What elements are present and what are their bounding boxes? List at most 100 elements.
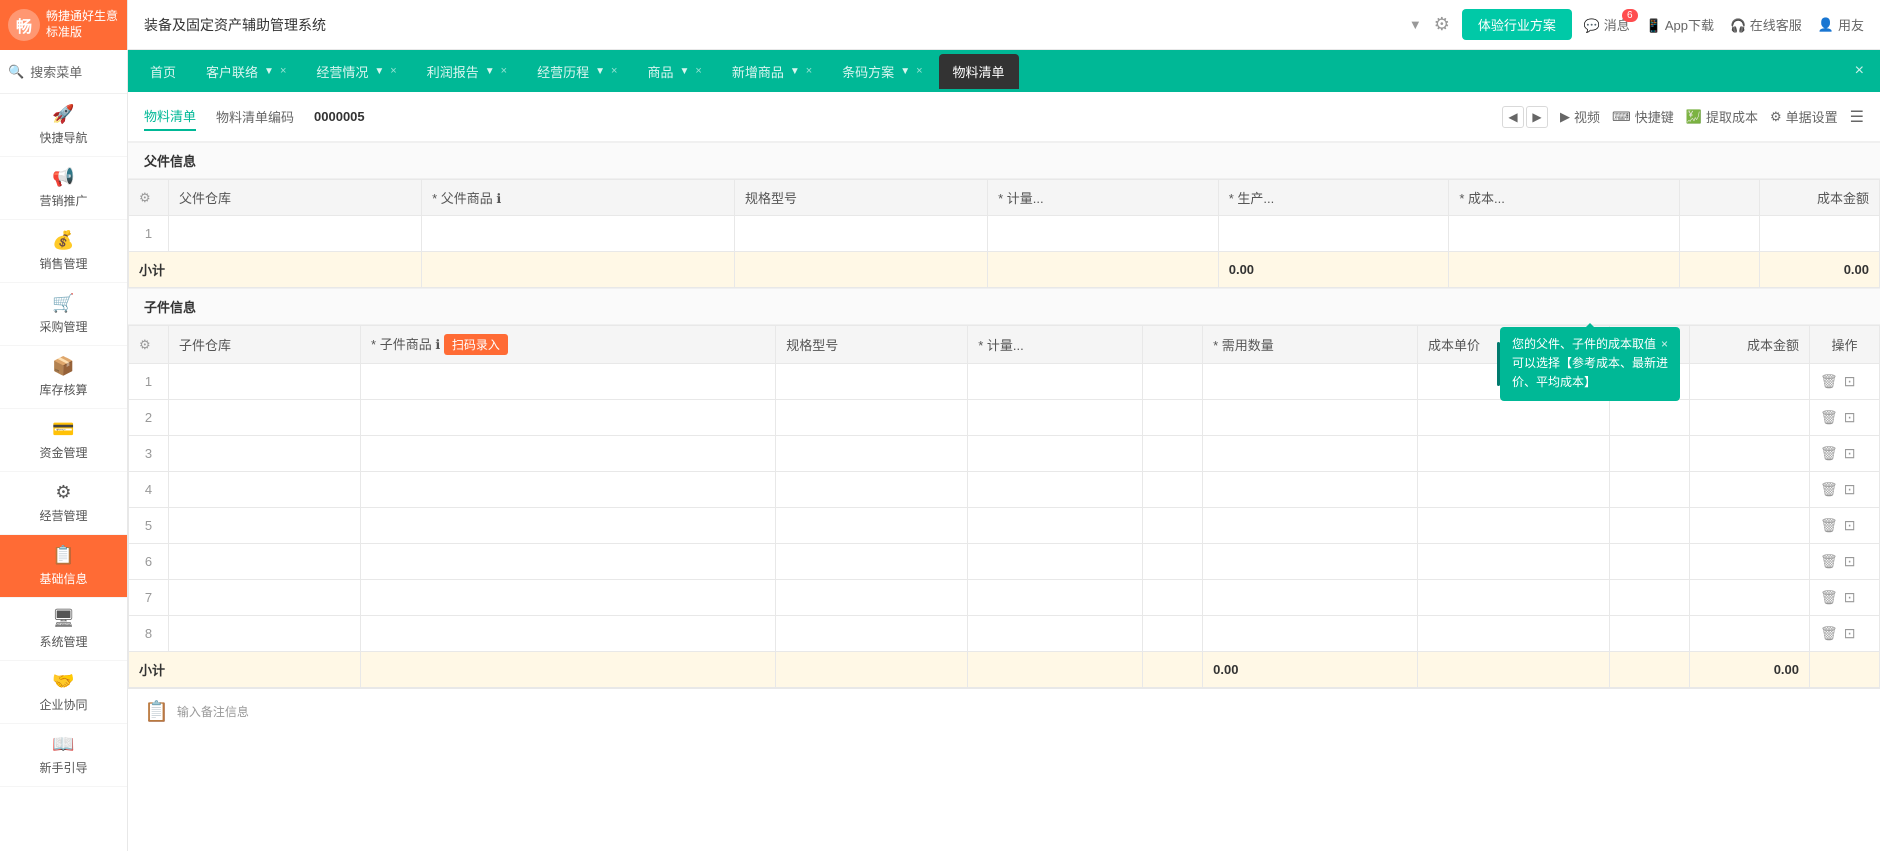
child-warehouse-2[interactable] xyxy=(169,400,361,436)
child-quantity-3[interactable] xyxy=(1203,436,1418,472)
child-warehouse-6[interactable] xyxy=(169,544,361,580)
child-goods-1[interactable] xyxy=(361,364,776,400)
child-unit-2[interactable] xyxy=(968,400,1143,436)
scan-input-button[interactable]: 扫码录入 xyxy=(444,334,508,355)
delete-icon-2[interactable]: 🗑 xyxy=(1820,409,1838,426)
child-spec-8[interactable] xyxy=(776,616,968,652)
child-spec-2[interactable] xyxy=(776,400,968,436)
child-warehouse-8[interactable] xyxy=(169,616,361,652)
online-service[interactable]: 🎧 在线客服 xyxy=(1730,15,1802,34)
child-goods-3[interactable] xyxy=(361,436,776,472)
sidebar-item-sales[interactable]: 💰 销售管理 xyxy=(0,220,127,283)
parent-goods-1[interactable] xyxy=(422,216,735,252)
tab-goods[interactable]: 商品 ▼ × xyxy=(633,54,715,89)
child-goods-8[interactable] xyxy=(361,616,776,652)
sidebar-item-enterprise[interactable]: 🤝 企业协同 xyxy=(0,661,127,724)
tab-ops-close[interactable]: × xyxy=(390,65,396,77)
delete-icon-5[interactable]: 🗑 xyxy=(1820,517,1838,534)
tab-customer[interactable]: 客户联络 ▼ × xyxy=(192,54,300,89)
child-goods-5[interactable] xyxy=(361,508,776,544)
child-unit-cost-7[interactable] xyxy=(1417,580,1609,616)
child-warehouse-7[interactable] xyxy=(169,580,361,616)
child-warehouse-4[interactable] xyxy=(169,472,361,508)
child-unit-cost-4[interactable] xyxy=(1417,472,1609,508)
nav-close-all[interactable]: × xyxy=(1847,62,1872,80)
sidebar-item-guide[interactable]: 📖 新手引导 xyxy=(0,724,127,787)
child-unit-6[interactable] xyxy=(968,544,1143,580)
sub-tab-bom-code[interactable]: 物料清单编码 xyxy=(216,103,294,130)
child-spec-4[interactable] xyxy=(776,472,968,508)
child-spec-1[interactable] xyxy=(776,364,968,400)
copy-icon-3[interactable]: ⊡ xyxy=(1844,445,1856,462)
child-quantity-5[interactable] xyxy=(1203,508,1418,544)
child-unit-4[interactable] xyxy=(968,472,1143,508)
copy-icon-7[interactable]: ⊡ xyxy=(1844,589,1856,606)
tab-profit-close[interactable]: × xyxy=(501,65,507,77)
child-spec-6[interactable] xyxy=(776,544,968,580)
copy-icon-2[interactable]: ⊡ xyxy=(1844,409,1856,426)
child-unit-3[interactable] xyxy=(968,436,1143,472)
copy-icon-6[interactable]: ⊡ xyxy=(1844,553,1856,570)
tooltip-close-button[interactable]: × xyxy=(1661,335,1668,354)
child-unit-cost-5[interactable] xyxy=(1417,508,1609,544)
child-unit-1[interactable] xyxy=(968,364,1143,400)
child-spec-7[interactable] xyxy=(776,580,968,616)
message-badge[interactable]: 💬 消息 6 xyxy=(1584,15,1630,34)
copy-icon-8[interactable]: ⊡ xyxy=(1844,625,1856,642)
delete-icon-1[interactable]: 🗑 xyxy=(1820,373,1838,390)
tab-addgoods-close[interactable]: × xyxy=(806,65,812,77)
sidebar-item-marketing[interactable]: 📢 营销推广 xyxy=(0,157,127,220)
child-quantity-4[interactable] xyxy=(1203,472,1418,508)
tab-biz-process[interactable]: 经营历程 ▼ × xyxy=(523,54,631,89)
parent-unit-1[interactable] xyxy=(988,216,1219,252)
action-view[interactable]: ▶ 视频 xyxy=(1560,107,1600,126)
tab-operations-status[interactable]: 经营情况 ▼ × xyxy=(302,54,410,89)
action-single-settings[interactable]: ⚙ 单据设置 xyxy=(1770,107,1838,126)
child-unit-cost-6[interactable] xyxy=(1417,544,1609,580)
tab-bom[interactable]: 物料清单 xyxy=(939,54,1019,89)
child-quantity-2[interactable] xyxy=(1203,400,1418,436)
sidebar-item-quick-nav[interactable]: 🚀 快捷导航 xyxy=(0,94,127,157)
sidebar-item-inventory[interactable]: 📦 库存核算 xyxy=(0,346,127,409)
delete-icon-8[interactable]: 🗑 xyxy=(1820,625,1838,642)
child-goods-7[interactable] xyxy=(361,580,776,616)
trial-button[interactable]: 体验行业方案 xyxy=(1462,9,1572,40)
sidebar-item-basic-info[interactable]: 📋 基础信息 xyxy=(0,535,127,598)
action-shortcut[interactable]: ⌨ 快捷键 xyxy=(1612,107,1674,126)
child-quantity-1[interactable] xyxy=(1203,364,1418,400)
parent-production-1[interactable] xyxy=(1218,216,1449,252)
tab-add-goods[interactable]: 新增商品 ▼ × xyxy=(718,54,826,89)
child-unit-5[interactable] xyxy=(968,508,1143,544)
child-quantity-7[interactable] xyxy=(1203,580,1418,616)
child-spec-5[interactable] xyxy=(776,508,968,544)
child-warehouse-5[interactable] xyxy=(169,508,361,544)
child-unit-cost-2[interactable] xyxy=(1417,400,1609,436)
user-menu[interactable]: 👤 用友 xyxy=(1818,15,1864,34)
child-unit-cost-3[interactable] xyxy=(1417,436,1609,472)
tab-profit-report[interactable]: 利润报告 ▼ × xyxy=(413,54,521,89)
sub-tab-bom-list[interactable]: 物料清单 xyxy=(144,102,196,131)
col-settings-icon[interactable]: ⚙ xyxy=(139,190,151,205)
child-unit-cost-8[interactable] xyxy=(1417,616,1609,652)
app-download[interactable]: 📱 App下载 xyxy=(1646,15,1714,34)
tab-customer-close[interactable]: × xyxy=(280,65,286,77)
tab-biz-close[interactable]: × xyxy=(611,65,617,77)
delete-icon-4[interactable]: 🗑 xyxy=(1820,481,1838,498)
child-goods-6[interactable] xyxy=(361,544,776,580)
sidebar-item-purchase[interactable]: 🛒 采购管理 xyxy=(0,283,127,346)
child-warehouse-3[interactable] xyxy=(169,436,361,472)
prev-button[interactable]: ◀ xyxy=(1502,106,1524,128)
sidebar-item-system[interactable]: 🖥 系统管理 xyxy=(0,598,127,661)
parent-cost-1[interactable] xyxy=(1449,216,1680,252)
delete-icon-3[interactable]: 🗑 xyxy=(1820,445,1838,462)
sidebar-item-finance[interactable]: 💳 资金管理 xyxy=(0,409,127,472)
parent-spec-1[interactable] xyxy=(734,216,987,252)
search-menu-button[interactable]: 🔍 搜索菜单 xyxy=(8,58,119,85)
tab-barcode[interactable]: 条码方案 ▼ × xyxy=(828,54,936,89)
tab-goods-close[interactable]: × xyxy=(695,65,701,77)
sidebar-item-operations[interactable]: ⚙ 经营管理 xyxy=(0,472,127,535)
tab-barcode-close[interactable]: × xyxy=(916,65,922,77)
child-quantity-6[interactable] xyxy=(1203,544,1418,580)
tab-home[interactable]: 首页 xyxy=(136,54,190,89)
parent-warehouse-1[interactable] xyxy=(169,216,422,252)
